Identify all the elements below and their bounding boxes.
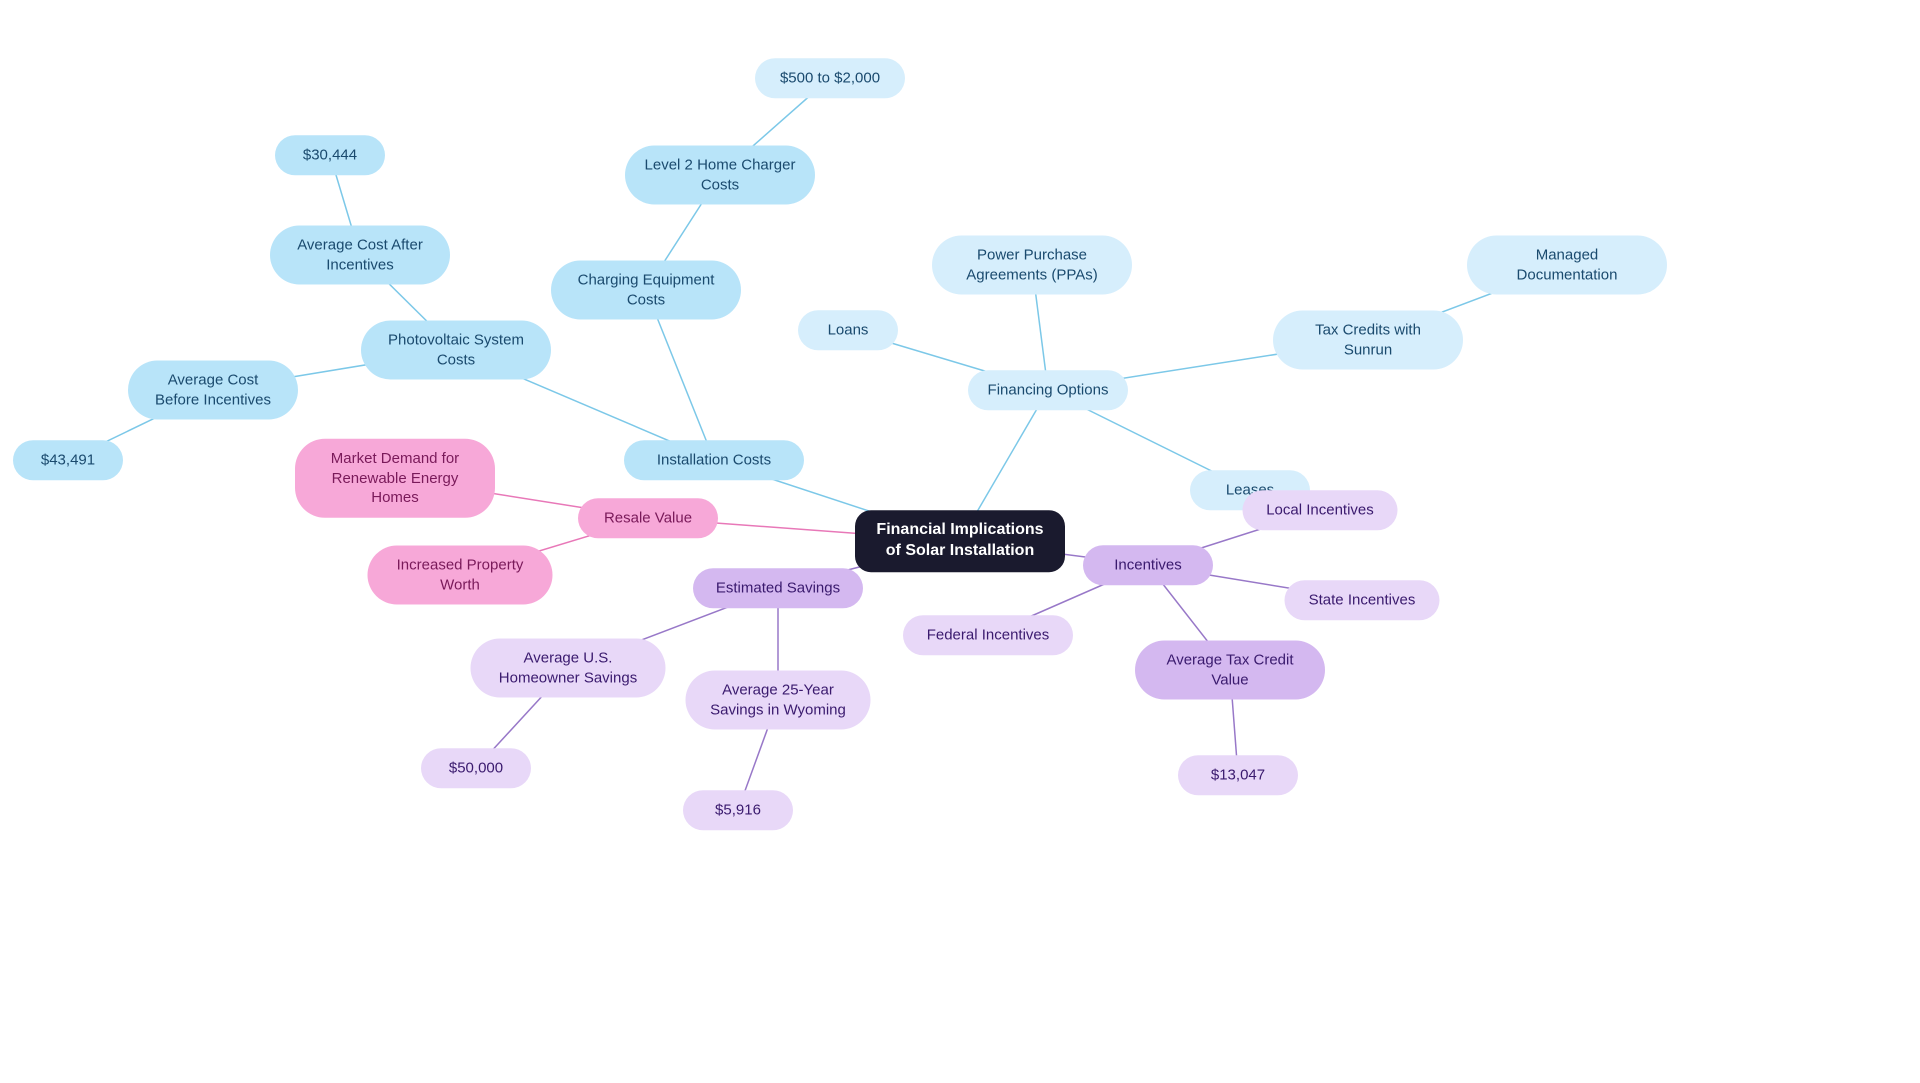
node-tax_credits_sunrun: Tax Credits with Sunrun	[1273, 311, 1463, 370]
node-avg_cost_before: Average Cost Before Incentives	[128, 361, 298, 420]
node-avg_25yr_wyoming: Average 25-Year Savings in Wyoming	[686, 671, 871, 730]
node-center: Financial Implications of Solar Installa…	[855, 510, 1065, 572]
node-installation_costs: Installation Costs	[624, 440, 804, 480]
node-val_500_2000: $500 to $2,000	[755, 58, 905, 98]
node-val_43491: $43,491	[13, 440, 123, 480]
node-federal_incentives: Federal Incentives	[903, 615, 1073, 655]
node-level2_charger: Level 2 Home Charger Costs	[625, 146, 815, 205]
node-financing_options: Financing Options	[968, 370, 1128, 410]
node-val_5916: $5,916	[683, 790, 793, 830]
node-managed_docs: Managed Documentation	[1467, 236, 1667, 295]
node-ppas: Power Purchase Agreements (PPAs)	[932, 236, 1132, 295]
node-avg_tax_credit: Average Tax Credit Value	[1135, 641, 1325, 700]
mindmap-container: Financial Implications of Solar Installa…	[0, 0, 1920, 1083]
node-state_incentives: State Incentives	[1285, 580, 1440, 620]
node-estimated_savings: Estimated Savings	[693, 568, 863, 608]
node-val_30444: $30,444	[275, 135, 385, 175]
node-market_demand: Market Demand for Renewable Energy Homes	[295, 439, 495, 518]
node-val_50000: $50,000	[421, 748, 531, 788]
node-loans: Loans	[798, 310, 898, 350]
node-incentives: Incentives	[1083, 545, 1213, 585]
node-resale_value: Resale Value	[578, 498, 718, 538]
node-increased_property: Increased Property Worth	[368, 546, 553, 605]
node-photovoltaic: Photovoltaic System Costs	[361, 321, 551, 380]
node-local_incentives: Local Incentives	[1243, 490, 1398, 530]
node-avg_us_savings: Average U.S. Homeowner Savings	[471, 639, 666, 698]
node-charging_equipment: Charging Equipment Costs	[551, 261, 741, 320]
node-val_13047: $13,047	[1178, 755, 1298, 795]
node-avg_cost_after: Average Cost After Incentives	[270, 226, 450, 285]
